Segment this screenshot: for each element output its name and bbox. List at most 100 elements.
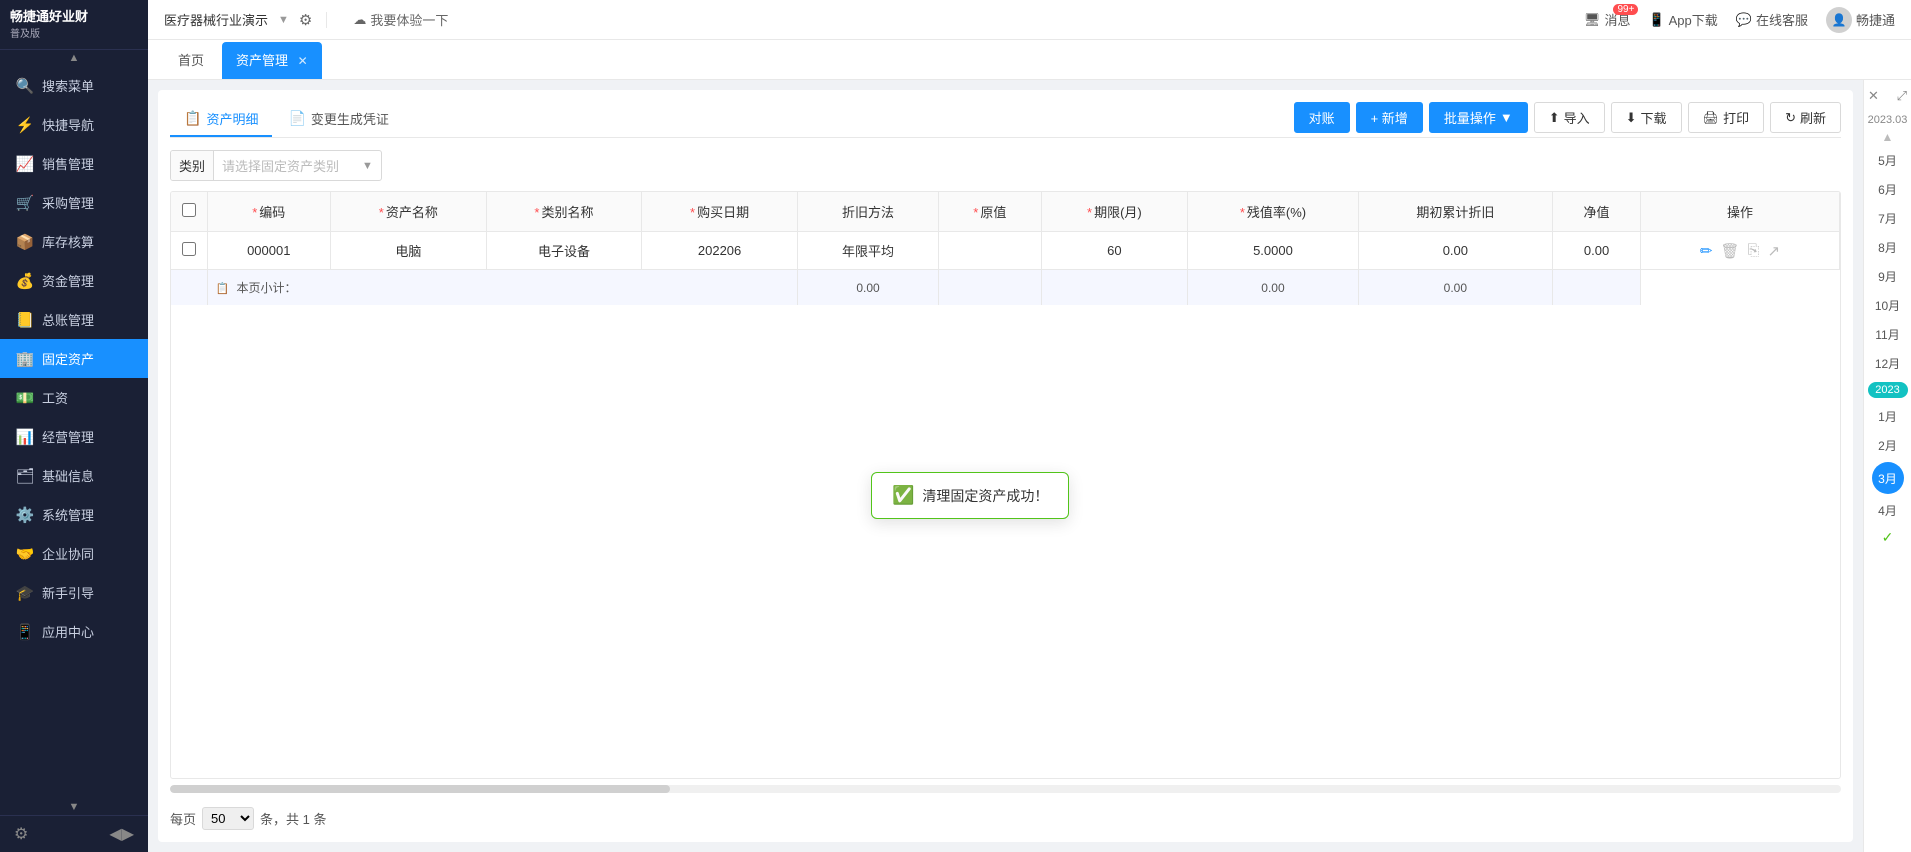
tab-home-label: 首页 bbox=[178, 53, 204, 68]
select-all-checkbox[interactable] bbox=[182, 203, 196, 217]
row-checkbox[interactable] bbox=[182, 242, 196, 256]
system-icon: ⚙️ bbox=[16, 506, 34, 524]
batch-button[interactable]: 批量操作 ▼ bbox=[1429, 102, 1528, 133]
download-label: 下载 bbox=[1641, 108, 1667, 127]
calendar-month-6[interactable]: 6月 bbox=[1868, 175, 1908, 204]
company-dropdown-icon[interactable]: ▼ bbox=[278, 14, 289, 26]
settings-gear-icon[interactable]: ⚙ bbox=[299, 11, 312, 29]
guide-icon: 🎓 bbox=[16, 584, 34, 602]
cell-name: 电脑 bbox=[331, 232, 487, 270]
category-filter[interactable]: 类别 请选择固定资产类别 ▼ bbox=[170, 150, 382, 181]
per-page-select[interactable]: 50 100 200 bbox=[202, 807, 254, 830]
experience-link[interactable]: ☁ 我要体验一下 bbox=[353, 10, 448, 29]
tab-asset-management-label: 资产管理 bbox=[236, 53, 288, 68]
calendar-month-7[interactable]: 7月 bbox=[1868, 204, 1908, 233]
fixed-assets-icon: 🏢 bbox=[16, 350, 34, 368]
sidebar-item-salary[interactable]: 💵 工资 bbox=[0, 378, 148, 417]
user-profile[interactable]: 👤 畅捷通 bbox=[1826, 7, 1895, 33]
divider bbox=[326, 12, 327, 28]
row-checkbox-cell[interactable] bbox=[171, 232, 207, 270]
sidebar-item-guide[interactable]: 🎓 新手引导 bbox=[0, 573, 148, 612]
col-name: *资产名称 bbox=[331, 192, 487, 232]
calendar-month-3-current[interactable]: 3月 bbox=[1872, 462, 1904, 494]
sidebar-item-label: 采购管理 bbox=[42, 193, 94, 212]
calendar-close-icon[interactable]: ✕ bbox=[1868, 88, 1879, 104]
purchase-icon: 🛒 bbox=[16, 194, 34, 212]
calendar-month-12[interactable]: 12月 bbox=[1868, 349, 1908, 378]
delete-icon[interactable]: 🗑 bbox=[1720, 242, 1739, 260]
pagination: 每页 50 100 200 条，共 1 条 bbox=[170, 799, 1841, 830]
sidebar-item-sales[interactable]: 📈 销售管理 bbox=[0, 144, 148, 183]
download-button[interactable]: ⬇ 下载 bbox=[1611, 102, 1682, 133]
calendar-month-4[interactable]: 4月 bbox=[1868, 496, 1908, 525]
sidebar-item-label: 销售管理 bbox=[42, 154, 94, 173]
settings-icon[interactable]: ⚙ bbox=[14, 824, 28, 844]
sidebar-scroll-up[interactable]: ▲ bbox=[0, 50, 148, 66]
tab-close-icon[interactable]: ✕ bbox=[298, 54, 308, 68]
export-button[interactable]: ⬆ 导入 bbox=[1534, 102, 1605, 133]
success-toast: ✅ 清理固定资产成功！ bbox=[871, 472, 1069, 519]
sidebar-bottom: ⚙ ◀▶ bbox=[0, 815, 148, 852]
col-actions: 操作 bbox=[1641, 192, 1840, 232]
tab-asset-management[interactable]: 资产管理 ✕ bbox=[222, 42, 322, 79]
sidebar-item-ledger[interactable]: 📒 总账管理 bbox=[0, 300, 148, 339]
calendar-month-8[interactable]: 8月 bbox=[1868, 233, 1908, 262]
print-button[interactable]: 🖨 打印 bbox=[1688, 102, 1765, 133]
sidebar-item-system[interactable]: ⚙️ 系统管理 bbox=[0, 495, 148, 534]
collapse-icon[interactable]: ◀▶ bbox=[109, 824, 134, 844]
sidebar-item-base-info[interactable]: 🗂 基础信息 bbox=[0, 456, 148, 495]
calendar-month-2[interactable]: 2月 bbox=[1868, 431, 1908, 460]
calendar-month-9[interactable]: 9月 bbox=[1868, 262, 1908, 291]
more-icon[interactable]: ↗ bbox=[1768, 242, 1781, 260]
sidebar-item-label: 应用中心 bbox=[42, 622, 94, 641]
tab-home[interactable]: 首页 bbox=[164, 42, 218, 79]
app-version: 普及版 bbox=[10, 25, 88, 40]
table-row: 000001 电脑 电子设备 202206 年限平均 60 5.0000 0.0… bbox=[171, 232, 1840, 270]
sidebar-item-label: 工资 bbox=[42, 388, 68, 407]
calendar-down-confirm-icon[interactable]: ✓ bbox=[1878, 525, 1898, 550]
voucher-icon: 📄 bbox=[288, 110, 305, 127]
cell-original-value bbox=[939, 232, 1041, 270]
base-info-icon: 🗂 bbox=[16, 467, 34, 485]
sidebar-item-inventory[interactable]: 📦 库存核算 bbox=[0, 222, 148, 261]
sidebar-item-app-center[interactable]: 📱 应用中心 bbox=[0, 612, 148, 651]
print-label: 打印 bbox=[1723, 108, 1749, 127]
sidebar-scroll-down[interactable]: ▼ bbox=[0, 799, 148, 815]
app-download-button[interactable]: 📱 App下载 bbox=[1648, 10, 1717, 29]
calendar-month-10[interactable]: 10月 bbox=[1868, 291, 1908, 320]
copy-icon[interactable]: ⎘ bbox=[1748, 242, 1760, 259]
sales-icon: 📈 bbox=[16, 155, 34, 173]
edit-icon[interactable]: ✏ bbox=[1700, 242, 1713, 260]
sidebar-item-label: 固定资产 bbox=[42, 349, 94, 368]
total-label: 条，共 1 条 bbox=[260, 809, 326, 828]
duizhang-button[interactable]: 对账 bbox=[1294, 102, 1350, 133]
table-scrollbar[interactable] bbox=[170, 785, 1841, 793]
messages-button[interactable]: 🖥 消息 99+ bbox=[1584, 10, 1631, 29]
calendar-month-11[interactable]: 11月 bbox=[1868, 320, 1908, 349]
online-service-button[interactable]: 💬 在线客服 bbox=[1736, 10, 1808, 29]
calendar-month-1[interactable]: 1月 bbox=[1868, 402, 1908, 431]
sub-tab-voucher[interactable]: 📄 变更生成凭证 bbox=[274, 102, 402, 137]
per-page-label: 每页 bbox=[170, 809, 196, 828]
cell-code: 000001 bbox=[207, 232, 331, 270]
new-button[interactable]: + 新增 bbox=[1356, 102, 1423, 133]
experience-icon: ☁ bbox=[353, 12, 366, 28]
calendar-year-badge[interactable]: 2023 bbox=[1868, 382, 1908, 398]
sidebar-item-search[interactable]: 🔍 搜索菜单 bbox=[0, 66, 148, 105]
sidebar-item-label: 库存核算 bbox=[42, 232, 94, 251]
refresh-button[interactable]: ↻ 刷新 bbox=[1770, 102, 1841, 133]
sidebar-item-fixed-assets[interactable]: 🏢 固定资产 bbox=[0, 339, 148, 378]
sub-tab-asset-detail[interactable]: 📋 资产明细 bbox=[170, 102, 272, 137]
select-all-header[interactable] bbox=[171, 192, 207, 232]
sidebar-item-finance[interactable]: 💰 资金管理 bbox=[0, 261, 148, 300]
calendar-panel: ✕ ⤢ 2023.03 ▲ 5月 6月 7月 8月 9月 10月 11月 12月… bbox=[1863, 80, 1911, 852]
calendar-expand-icon[interactable]: ⤢ bbox=[1897, 88, 1907, 104]
sidebar-item-purchase[interactable]: 🛒 采购管理 bbox=[0, 183, 148, 222]
sidebar-item-label: 快捷导航 bbox=[42, 115, 94, 134]
sidebar-item-collab[interactable]: 🤝 企业协同 bbox=[0, 534, 148, 573]
sidebar-item-management[interactable]: 📊 经营管理 bbox=[0, 417, 148, 456]
toast-check-icon: ✅ bbox=[892, 485, 914, 506]
sidebar-item-quicknav[interactable]: ⚡ 快捷导航 bbox=[0, 105, 148, 144]
calendar-up-icon[interactable]: ▲ bbox=[1880, 128, 1896, 146]
calendar-month-5[interactable]: 5月 bbox=[1868, 146, 1908, 175]
